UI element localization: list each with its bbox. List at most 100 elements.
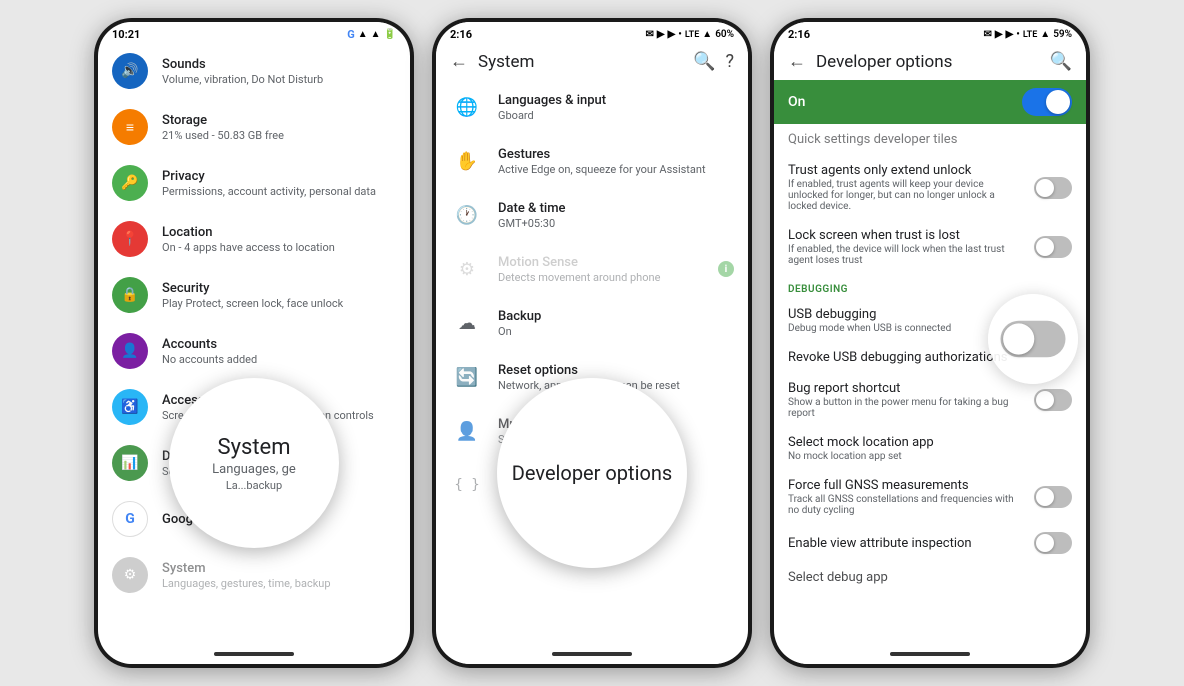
bug-text: Bug report shortcut Show a button in the… (788, 381, 1024, 419)
search-button-3[interactable]: 🔍 (1050, 51, 1072, 72)
trust-text: Trust agents only extend unlock If enabl… (788, 163, 1024, 212)
dev-item-trust[interactable]: Trust agents only extend unlock If enabl… (774, 155, 1086, 220)
settings-item-security[interactable]: 🔒 Security Play Protect, screen lock, fa… (98, 267, 410, 323)
sounds-icon: 🔊 (112, 53, 148, 89)
phone-1: 10:21 G ▲ ▲ 🔋 🔊 Sounds Volume, vibration… (94, 18, 414, 668)
dev-on-thumb (1046, 90, 1070, 114)
system-sub: Languages, gestures, time, backup (162, 577, 396, 590)
security-icon: 🔒 (112, 277, 148, 313)
debugapp-text: Select debug app (788, 570, 1072, 585)
status-bar-2: 2:16 ✉ ▶ ▶ • LTE ▲ 60% (436, 22, 748, 43)
system-item-motion[interactable]: ⚙ Motion Sense Detects movement around p… (436, 242, 748, 296)
lang-title: Languages & input (498, 93, 734, 108)
status-icons-2: ✉ ▶ ▶ • LTE ▲ 60% (646, 29, 735, 40)
datetime-icon: 🕐 (450, 198, 484, 232)
viewattr-toggle[interactable] (1034, 532, 1072, 554)
trust-toggle[interactable] (1034, 177, 1072, 199)
accounts-text: Accounts No accounts added (162, 337, 396, 366)
devopt-page-title: Developer options (816, 52, 1040, 72)
system-item-datetime[interactable]: 🕐 Date & time GMT+05:30 (436, 188, 748, 242)
nav-pill-1 (214, 652, 294, 656)
trust-thumb (1036, 179, 1054, 197)
settings-item-location[interactable]: 📍 Location On - 4 apps have access to lo… (98, 211, 410, 267)
signal-1: ▲ (358, 29, 368, 40)
gnss-toggle[interactable] (1034, 486, 1072, 508)
location-text: Location On - 4 apps have access to loca… (162, 225, 396, 254)
security-text: Security Play Protect, screen lock, face… (162, 281, 396, 310)
dot-icon: • (678, 29, 682, 40)
datetime-title: Date & time (498, 201, 734, 216)
magnify-circle-2: Developer options (497, 378, 687, 568)
msg-icon-3: ✉ (984, 29, 992, 40)
settings-item-accounts[interactable]: 👤 Accounts No accounts added (98, 323, 410, 379)
gestures-sub: Active Edge on, squeeze for your Assista… (498, 163, 734, 176)
dev-item-quick-tiles[interactable]: Quick settings developer tiles (774, 124, 1086, 155)
usb-sub: Debug mode when USB is connected (788, 323, 1002, 334)
devopt-icon: { } (450, 468, 484, 502)
quick-tiles-text: Quick settings developer tiles (788, 132, 1072, 147)
wifi-1: ▲ (371, 29, 381, 40)
dev-item-gnss[interactable]: Force full GNSS measurements Track all G… (774, 470, 1086, 524)
privacy-text: Privacy Permissions, account activity, p… (162, 169, 396, 198)
datetime-sub: GMT+05:30 (498, 217, 734, 230)
gestures-text: Gestures Active Edge on, squeeze for you… (498, 147, 734, 176)
system-item-backup[interactable]: ☁ Backup On (436, 296, 748, 350)
settings-item-system[interactable]: ⚙ System Languages, gestures, time, back… (98, 547, 410, 603)
datetime-text: Date & time GMT+05:30 (498, 201, 734, 230)
signal-3: ▲ (1040, 29, 1050, 40)
location-title: Location (162, 225, 396, 240)
gestures-icon: ✋ (450, 144, 484, 178)
usb-large-thumb (1003, 323, 1034, 354)
dev-item-mock[interactable]: Select mock location app No mock locatio… (774, 427, 1086, 470)
lockscreen-toggle[interactable] (1034, 236, 1072, 258)
settings-item-storage[interactable]: ≡ Storage 21% used - 50.83 GB free (98, 99, 410, 155)
settings-item-privacy[interactable]: 🔑 Privacy Permissions, account activity,… (98, 155, 410, 211)
yt-icon: ▶ (668, 29, 676, 40)
dev-item-lockscreen[interactable]: Lock screen when trust is lost If enable… (774, 220, 1086, 274)
trust-title: Trust agents only extend unlock (788, 163, 1024, 178)
dev-on-toggle[interactable] (1022, 88, 1072, 116)
phone-2: 2:16 ✉ ▶ ▶ • LTE ▲ 60% ← System 🔍 ? 🌐 (432, 18, 752, 668)
backup-text: Backup On (498, 309, 734, 338)
system-title: System (162, 561, 396, 576)
back-button-2[interactable]: ← (450, 51, 468, 72)
system-text: System Languages, gestures, time, backup (162, 561, 396, 590)
g-icon-1: G (347, 28, 355, 41)
system-item-lang[interactable]: 🌐 Languages & input Gboard (436, 80, 748, 134)
location-sub: On - 4 apps have access to location (162, 241, 396, 254)
signal-2: ▲ (702, 29, 712, 40)
help-button-2[interactable]: ? (725, 51, 734, 72)
system-item-gestures[interactable]: ✋ Gestures Active Edge on, squeeze for y… (436, 134, 748, 188)
viewattr-thumb (1036, 534, 1054, 552)
video-icon-3: ▶ (995, 29, 1003, 40)
dev-item-debugapp[interactable]: Select debug app (774, 562, 1086, 593)
trust-sub: If enabled, trust agents will keep your … (788, 179, 1024, 212)
search-button-2[interactable]: 🔍 (693, 51, 715, 72)
dev-item-viewattr[interactable]: Enable view attribute inspection (774, 524, 1086, 562)
usb-text: USB debugging Debug mode when USB is con… (788, 307, 1002, 334)
back-button-3[interactable]: ← (788, 51, 806, 72)
status-bar-1: 10:21 G ▲ ▲ 🔋 (98, 22, 410, 43)
multiuser-icon: 👤 (450, 414, 484, 448)
bug-title: Bug report shortcut (788, 381, 1024, 396)
gnss-sub: Track all GNSS constellations and freque… (788, 494, 1024, 516)
bug-toggle[interactable] (1034, 389, 1072, 411)
viewattr-title: Enable view attribute inspection (788, 536, 1024, 551)
backup-sub: On (498, 325, 734, 338)
usb-title: USB debugging (788, 307, 1002, 322)
reset-title: Reset options (498, 363, 734, 378)
time-2: 2:16 (450, 28, 472, 41)
google-icon: G (112, 501, 148, 537)
viewattr-text: Enable view attribute inspection (788, 536, 1024, 551)
status-icons-1: G ▲ ▲ 🔋 (347, 28, 396, 41)
usb-large-toggle[interactable] (1001, 321, 1066, 357)
gnss-thumb (1036, 488, 1054, 506)
sounds-title: Sounds (162, 57, 396, 72)
nav-pill-3 (890, 652, 970, 656)
msg-icon: ✉ (646, 29, 654, 40)
storage-sub: 21% used - 50.83 GB free (162, 129, 396, 142)
settings-item-sounds[interactable]: 🔊 Sounds Volume, vibration, Do Not Distu… (98, 43, 410, 99)
usb-toggle-overlay[interactable] (988, 294, 1078, 384)
lang-icon: 🌐 (450, 90, 484, 124)
accounts-sub: No accounts added (162, 353, 396, 366)
